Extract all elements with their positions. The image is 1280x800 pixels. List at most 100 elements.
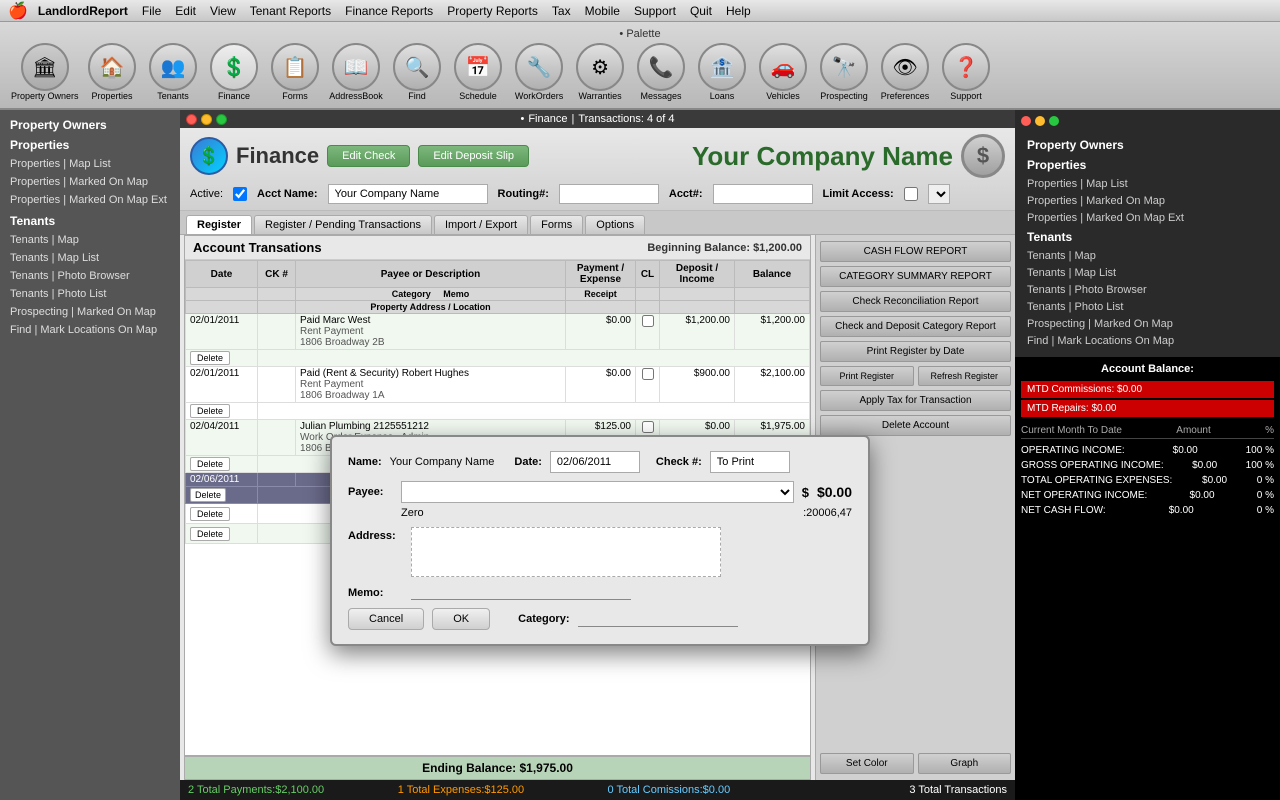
acct-name-input[interactable] [328,184,488,204]
right-nav-properties-marked-on-map[interactable]: Properties | Marked On Map [1023,193,1272,209]
right-nav-properties-marked-on-map-ext[interactable]: Properties | Marked On Map Ext [1023,210,1272,226]
sidebar-item-prospecting-marked-on-map[interactable]: Prospecting | Marked On Map [6,304,174,320]
menu-finance-reports[interactable]: Finance Reports [345,4,433,18]
sidebar-item-properties-marked-on-map-ext[interactable]: Properties | Marked On Map Ext [6,192,174,208]
right-nav-prospecting-marked[interactable]: Prospecting | Marked On Map [1023,316,1272,332]
print-register-btn[interactable]: Print Register [820,366,914,386]
sidebar-item-tenants-photo-browser[interactable]: Tenants | Photo Browser [6,268,174,284]
right-traffic-yellow[interactable] [1035,116,1045,126]
dialog-check-input[interactable] [710,451,790,473]
routing-input[interactable] [559,184,659,204]
menu-support[interactable]: Support [634,4,676,18]
toolbar-btn-schedule[interactable]: 📅 Schedule [451,43,506,101]
menu-file[interactable]: File [142,4,161,18]
toolbar-btn-loans[interactable]: 🏦 Loans [695,43,750,101]
toolbar-btn-preferences[interactable]: 👁 Preferences [878,43,933,101]
dialog-ok-button[interactable]: OK [432,608,490,630]
delete-btn-row1[interactable]: Delete [190,351,230,365]
cash-flow-report-btn[interactable]: CASH FLOW REPORT [820,241,1011,262]
sidebar-item-tenants-photo-list[interactable]: Tenants | Photo List [6,286,174,302]
sidebar-item-properties-marked-on-map[interactable]: Properties | Marked On Map [6,174,174,190]
apply-tax-btn[interactable]: Apply Tax for Transaction [820,390,1011,411]
menu-help[interactable]: Help [726,4,751,18]
right-traffic-red[interactable] [1021,116,1031,126]
traffic-light-green[interactable] [216,114,227,125]
right-nav-tenants-photo-list[interactable]: Tenants | Photo List [1023,299,1272,315]
dialog-payee-select[interactable] [401,481,794,503]
dialog-category-input[interactable] [578,612,738,627]
sidebar-item-tenants-map[interactable]: Tenants | Map [6,232,174,248]
toolbar-btn-finance[interactable]: 💲 Finance [207,43,262,101]
toolbar-btn-warranties[interactable]: ⚙ Warranties [573,43,628,101]
menu-tenant-reports[interactable]: Tenant Reports [250,4,331,18]
acct-number-input[interactable] [713,184,813,204]
toolbar-btn-tenants[interactable]: 👥 Tenants [146,43,201,101]
dialog-memo-input[interactable] [411,585,631,600]
toolbar-btn-vehicles[interactable]: 🚗 Vehicles [756,43,811,101]
sidebar-item-properties-map-list[interactable]: Properties | Map List [6,156,174,172]
edit-check-button[interactable]: Edit Check [327,145,410,167]
toolbar-btn-find[interactable]: 🔍 Find [390,43,445,101]
tab-options[interactable]: Options [585,215,645,234]
traffic-light-red[interactable] [186,114,197,125]
set-color-btn[interactable]: Set Color [820,753,914,774]
toolbar-btn-forms[interactable]: 📋 Forms [268,43,323,101]
apple-menu[interactable]: 🍎 [8,1,28,21]
dialog-address-input[interactable] [411,527,721,577]
toolbar-btn-support[interactable]: ❓ Support [939,43,994,101]
right-nav-tenants-map-list[interactable]: Tenants | Map List [1023,265,1272,281]
sidebar-item-tenants-map-list[interactable]: Tenants | Map List [6,250,174,266]
active-label: Active: [190,188,223,200]
menu-mobile[interactable]: Mobile [585,4,620,18]
delete-btn-row3[interactable]: Delete [190,457,230,471]
delete-btn-row5[interactable]: Delete [190,507,230,521]
tab-register[interactable]: Register [186,215,252,234]
traffic-light-yellow[interactable] [201,114,212,125]
delete-btn-row2[interactable]: Delete [190,404,230,418]
right-nav-find-mark[interactable]: Find | Mark Locations On Map [1023,333,1272,349]
toolbar-btn-workorders[interactable]: 🔧 WorkOrders [512,43,567,101]
dialog-date-input[interactable] [550,451,640,473]
cl-checkbox-row2[interactable] [642,368,654,380]
cl-checkbox-row1[interactable] [642,315,654,327]
sidebar-item-tenants[interactable]: Tenants [6,212,174,230]
toolbar-btn-addressbook[interactable]: 📖 AddressBook [329,43,384,101]
cl-checkbox-row3[interactable] [642,421,654,433]
menu-property-reports[interactable]: Property Reports [447,4,538,18]
tab-pending-transactions[interactable]: Register / Pending Transactions [254,215,432,234]
sidebar-item-find-mark-locations[interactable]: Find | Mark Locations On Map [6,322,174,338]
category-summary-btn[interactable]: CATEGORY SUMMARY REPORT [820,266,1011,287]
edit-deposit-button[interactable]: Edit Deposit Slip [418,145,529,167]
right-nav-property-owners[interactable]: Property Owners [1023,136,1272,154]
refresh-register-btn[interactable]: Refresh Register [918,366,1012,386]
toolbar-btn-messages[interactable]: 📞 Messages [634,43,689,101]
delete-account-btn[interactable]: Delete Account [820,415,1011,436]
limit-access-select[interactable] [928,184,950,204]
toolbar-btn-properties[interactable]: 🏠 Properties [85,43,140,101]
sidebar-item-properties[interactable]: Properties [6,136,174,154]
right-nav-tenants[interactable]: Tenants [1023,228,1272,246]
dialog-cancel-button[interactable]: Cancel [348,608,424,630]
right-nav-properties[interactable]: Properties [1023,156,1272,174]
tab-forms[interactable]: Forms [530,215,583,234]
check-deposit-category-btn[interactable]: Check and Deposit Category Report [820,316,1011,337]
right-traffic-green[interactable] [1049,116,1059,126]
menu-quit[interactable]: Quit [690,4,712,18]
limit-access-checkbox[interactable] [904,187,918,201]
right-nav-tenants-map[interactable]: Tenants | Map [1023,248,1272,264]
menu-edit[interactable]: Edit [175,4,196,18]
menu-tax[interactable]: Tax [552,4,571,18]
active-checkbox[interactable] [233,187,247,201]
tab-import-export[interactable]: Import / Export [434,215,528,234]
menu-view[interactable]: View [210,4,236,18]
delete-btn-row4[interactable]: Delete [190,488,226,502]
print-register-date-btn[interactable]: Print Register by Date [820,341,1011,362]
delete-btn-row6[interactable]: Delete [190,527,230,541]
right-nav-properties-map-list[interactable]: Properties | Map List [1023,176,1272,192]
sidebar-item-property-owners[interactable]: Property Owners [6,116,174,134]
graph-btn[interactable]: Graph [918,753,1012,774]
toolbar-btn-property-owners[interactable]: 🏛 Property Owners [11,43,79,101]
right-nav-tenants-photo-browser[interactable]: Tenants | Photo Browser [1023,282,1272,298]
check-reconciliation-btn[interactable]: Check Reconciliation Report [820,291,1011,312]
toolbar-btn-prospecting[interactable]: 🔭 Prospecting [817,43,872,101]
